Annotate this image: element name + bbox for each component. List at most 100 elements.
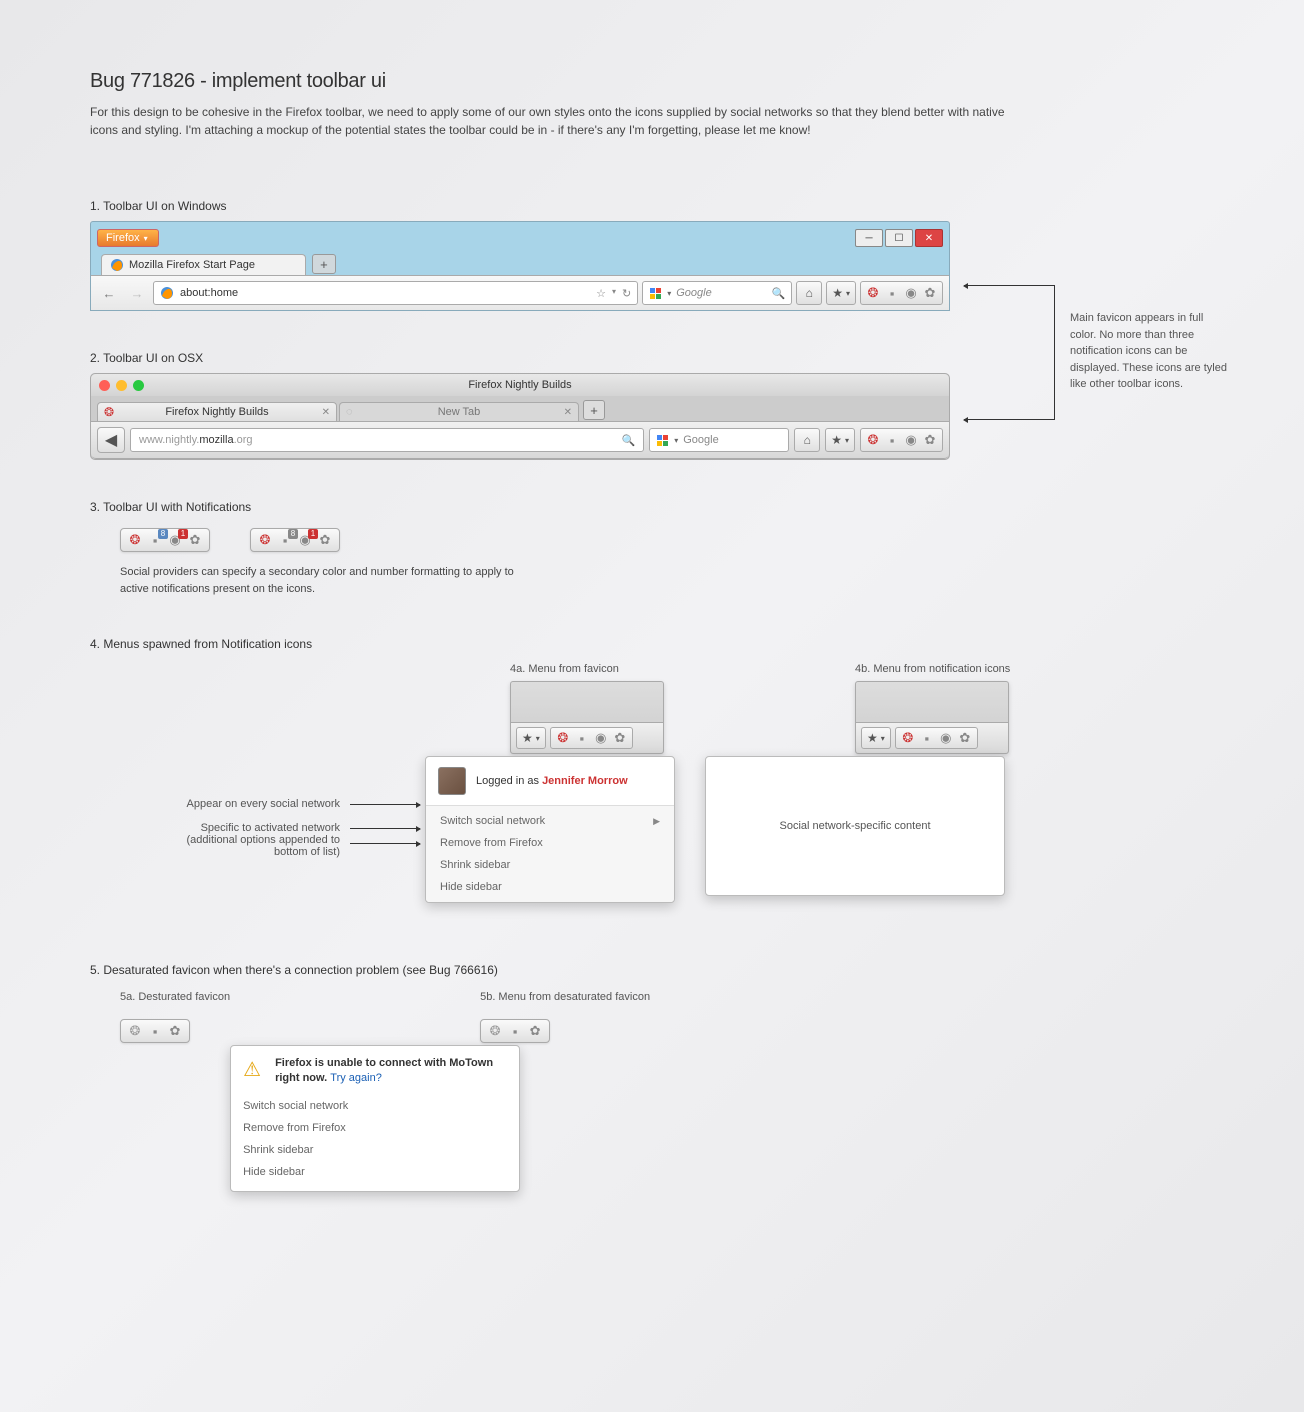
avatar bbox=[438, 767, 466, 795]
close-button[interactable]: ✕ bbox=[915, 229, 943, 247]
social-toolbar-cluster: ❂ ▪ ◉ ✿ bbox=[860, 428, 943, 452]
annotation-arrow bbox=[964, 285, 1054, 286]
url-bar[interactable]: about:home ☆ ▾ ↻ bbox=[153, 281, 638, 305]
bookmarks-button[interactable]: ★▾ bbox=[826, 281, 856, 305]
minimize-button[interactable]: ─ bbox=[855, 229, 883, 247]
chat-icon[interactable]: ▪ bbox=[574, 730, 590, 746]
menu-item-shrink[interactable]: Shrink sidebar bbox=[426, 854, 674, 876]
forward-button[interactable]: → bbox=[125, 281, 149, 305]
try-again-link[interactable]: Try again? bbox=[330, 1072, 382, 1084]
social-favicon-icon[interactable]: ❂ bbox=[555, 730, 571, 746]
maximize-button[interactable]: ☐ bbox=[885, 229, 913, 247]
section-3-description: Social providers can specify a secondary… bbox=[120, 564, 540, 597]
annotation-arrow bbox=[964, 419, 1054, 420]
new-tab-button[interactable]: + bbox=[312, 254, 336, 274]
back-button[interactable]: ◀ bbox=[97, 427, 125, 453]
bookmarks-button[interactable]: ★▾ bbox=[861, 727, 891, 749]
section-5a-label: 5a. Desturated favicon bbox=[120, 991, 230, 1003]
chat-icon[interactable]: ▪ bbox=[919, 730, 935, 746]
search-box[interactable]: ▾ Google bbox=[649, 428, 789, 452]
menu-item-shrink[interactable]: Shrink sidebar bbox=[243, 1139, 507, 1161]
social-favicon-icon[interactable]: ❂ bbox=[865, 285, 881, 301]
social-favicon-icon[interactable]: ❂ bbox=[900, 730, 916, 746]
arrow-icon bbox=[350, 828, 420, 829]
globe-icon[interactable]: ◉ bbox=[593, 730, 609, 746]
blank-favicon-icon: ◌ bbox=[346, 406, 353, 418]
menu-item-remove[interactable]: Remove from Firefox bbox=[243, 1117, 507, 1139]
zoom-traffic-icon[interactable] bbox=[133, 380, 144, 391]
bookmarks-button[interactable]: ★▾ bbox=[825, 428, 855, 452]
chat-icon[interactable]: ▪8 bbox=[146, 532, 164, 548]
gear-icon[interactable]: ✿ bbox=[957, 730, 973, 746]
chat-icon[interactable]: ▪ bbox=[884, 285, 900, 301]
gear-icon[interactable]: ✿ bbox=[612, 730, 628, 746]
gear-icon[interactable]: ✿ bbox=[166, 1023, 184, 1039]
firefox-menu-button[interactable]: Firefox bbox=[97, 229, 159, 247]
search-go-icon[interactable]: 🔍 bbox=[772, 287, 786, 300]
menu-item-remove[interactable]: Remove from Firefox bbox=[426, 832, 674, 854]
chat-icon[interactable]: ▪8 bbox=[276, 532, 294, 548]
gear-icon[interactable]: ✿ bbox=[316, 532, 334, 548]
gear-icon[interactable]: ✿ bbox=[922, 432, 938, 448]
firefox-favicon-icon bbox=[110, 258, 124, 272]
globe-icon[interactable]: ◉1 bbox=[296, 532, 314, 548]
home-button[interactable]: ⌂ bbox=[796, 281, 822, 305]
google-icon bbox=[649, 287, 662, 300]
gear-icon[interactable]: ✿ bbox=[186, 532, 204, 548]
chat-icon[interactable]: ▪ bbox=[146, 1023, 164, 1039]
google-icon bbox=[656, 434, 669, 447]
osx-browser-mockup: Firefox Nightly Builds ❂ Firefox Nightly… bbox=[90, 373, 950, 460]
chat-icon[interactable]: ▪ bbox=[884, 432, 900, 448]
section-5-label: 5. Desaturated favicon when there's a co… bbox=[90, 963, 1214, 977]
error-message: Firefox is unable to connect with MoTown… bbox=[275, 1056, 507, 1087]
social-favicon-icon[interactable]: ❂ bbox=[126, 532, 144, 548]
search-icon[interactable]: 🔍 bbox=[622, 434, 636, 447]
window-title: Firefox Nightly Builds bbox=[468, 379, 571, 391]
dropdown-icon[interactable]: ▾ bbox=[612, 287, 616, 300]
minimize-traffic-icon[interactable] bbox=[116, 380, 127, 391]
gear-icon[interactable]: ✿ bbox=[922, 285, 938, 301]
mini-chrome-4b: ★▾ ❂ ▪ ◉ ✿ bbox=[855, 681, 1009, 754]
back-button[interactable]: ← bbox=[97, 281, 121, 305]
globe-icon[interactable]: ◉ bbox=[903, 285, 919, 301]
menu-item-switch[interactable]: Switch social network bbox=[426, 810, 674, 832]
traffic-lights bbox=[99, 380, 144, 391]
social-favicon-desat-icon[interactable]: ❂ bbox=[126, 1023, 144, 1039]
home-button[interactable]: ⌂ bbox=[794, 428, 820, 452]
arrow-icon bbox=[350, 804, 420, 805]
reload-icon[interactable]: ↻ bbox=[622, 287, 631, 300]
close-tab-icon[interactable]: ✕ bbox=[322, 407, 330, 418]
annotation-line bbox=[1054, 285, 1055, 420]
close-tab-icon[interactable]: ✕ bbox=[564, 407, 572, 418]
browser-tab-active[interactable]: ❂ Firefox Nightly Builds ✕ bbox=[97, 402, 337, 421]
error-menu-popover: ⚠ Firefox is unable to connect with MoTo… bbox=[230, 1045, 520, 1192]
section-2-label: 2. Toolbar UI on OSX bbox=[90, 351, 1214, 365]
browser-tab[interactable]: Mozilla Firefox Start Page bbox=[101, 254, 306, 275]
section-1-label: 1. Toolbar UI on Windows bbox=[90, 199, 1214, 213]
globe-icon[interactable]: ◉ bbox=[903, 432, 919, 448]
globe-icon[interactable]: ◉ bbox=[938, 730, 954, 746]
section-4a-label: 4a. Menu from favicon bbox=[510, 663, 675, 675]
mini-chrome-4a: ★▾ ❂ ▪ ◉ ✿ bbox=[510, 681, 664, 754]
desaturated-pill: ❂ ▪ ✿ bbox=[120, 1019, 190, 1043]
chat-icon[interactable]: ▪ bbox=[506, 1023, 524, 1039]
notification-menu-popover: Social network-specific content bbox=[705, 756, 1005, 896]
new-tab-button[interactable]: + bbox=[583, 400, 605, 420]
firefox-favicon-icon bbox=[160, 286, 174, 300]
social-favicon-desat-icon[interactable]: ❂ bbox=[486, 1023, 504, 1039]
browser-tab-inactive[interactable]: ◌ New Tab ✕ bbox=[339, 402, 579, 421]
social-favicon-icon[interactable]: ❂ bbox=[256, 532, 274, 548]
desaturated-pill-b: ❂ ▪ ✿ bbox=[480, 1019, 550, 1043]
gear-icon[interactable]: ✿ bbox=[526, 1023, 544, 1039]
url-bar[interactable]: www.nightly.mozilla.org 🔍 bbox=[130, 428, 644, 452]
menu-item-switch[interactable]: Switch social network bbox=[243, 1095, 507, 1117]
globe-icon[interactable]: ◉1 bbox=[166, 532, 184, 548]
close-traffic-icon[interactable] bbox=[99, 380, 110, 391]
menu-item-hide[interactable]: Hide sidebar bbox=[426, 876, 674, 898]
search-box[interactable]: ▾ Google 🔍 bbox=[642, 281, 792, 305]
star-icon[interactable]: ☆ bbox=[596, 287, 606, 300]
social-favicon-icon[interactable]: ❂ bbox=[865, 432, 881, 448]
side-annotation: Main favicon appears in full color. No m… bbox=[1070, 310, 1230, 393]
menu-item-hide[interactable]: Hide sidebar bbox=[243, 1161, 507, 1183]
bookmarks-button[interactable]: ★▾ bbox=[516, 727, 546, 749]
